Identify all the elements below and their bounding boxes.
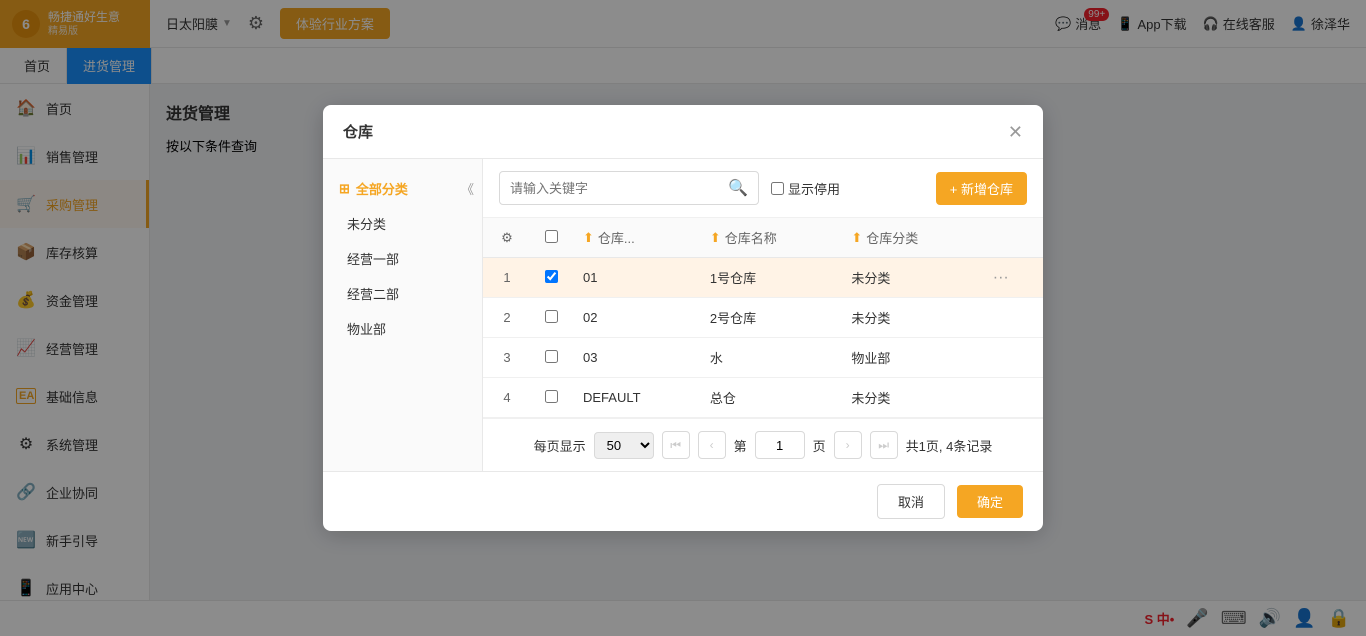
row-number: 1	[483, 258, 531, 298]
sort-icon: ⬆	[583, 230, 594, 246]
category-unclassified[interactable]: 未分类	[323, 206, 482, 241]
chevron-left-icon: 《	[461, 179, 474, 198]
next-page-button[interactable]: ›	[834, 431, 862, 459]
per-page-label: 每页显示	[534, 436, 586, 455]
search-input[interactable]	[500, 175, 718, 202]
category-property[interactable]: 物业部	[323, 311, 482, 346]
row-name: 2号仓库	[698, 298, 839, 338]
row-category: 未分类	[839, 298, 980, 338]
page-input[interactable]	[755, 431, 805, 459]
prev-page-button[interactable]: ‹	[698, 431, 726, 459]
table-row: 3 03 水 物业部	[483, 338, 1043, 378]
th-settings: ⚙	[483, 218, 531, 258]
row-code: 03	[571, 338, 698, 378]
row-code: 01	[571, 258, 698, 298]
first-page-button[interactable]: ⏮	[662, 431, 690, 459]
pagination: 每页显示 50 20 100 ⏮ ‹ 第 页 › ⏭ 共1页, 4条记录	[483, 418, 1043, 471]
row-number: 3	[483, 338, 531, 378]
row-actions	[981, 298, 1043, 338]
row-code: DEFAULT	[571, 378, 698, 418]
collapse-sidebar-button[interactable]: 《	[453, 175, 482, 202]
category-ops1-label: 经营一部	[347, 252, 399, 267]
modal-main-content: 🔍 显示停用 + 新增仓库 ⚙	[483, 159, 1043, 471]
row-category: 物业部	[839, 338, 980, 378]
page-unit-label: 页	[813, 436, 826, 455]
add-warehouse-button[interactable]: + 新增仓库	[936, 172, 1027, 205]
row-checkbox-cell	[531, 338, 571, 378]
category-ops1[interactable]: 经营一部	[323, 241, 482, 276]
per-page-select[interactable]: 50 20 100	[594, 432, 654, 459]
row-checkbox[interactable]	[545, 270, 558, 283]
search-button[interactable]: 🔍	[718, 172, 758, 204]
row-actions: ···	[981, 258, 1043, 298]
more-icon[interactable]: ···	[993, 269, 1009, 286]
row-number: 4	[483, 378, 531, 418]
row-checkbox-cell	[531, 258, 571, 298]
cancel-button[interactable]: 取消	[877, 484, 945, 519]
th-category-label: 仓库分类	[866, 228, 918, 247]
category-ops2[interactable]: 经营二部	[323, 276, 482, 311]
th-actions	[981, 218, 1043, 258]
modal-overlay: 仓库 ✕ ⊞ 全部分类 《 未分类 经	[0, 0, 1366, 636]
modal-category-sidebar: ⊞ 全部分类 《 未分类 经营一部 经营二部 物业部	[323, 159, 483, 471]
total-info: 共1页, 4条记录	[906, 436, 993, 455]
grid-icon: ⊞	[339, 181, 350, 197]
modal-body: ⊞ 全部分类 《 未分类 经营一部 经营二部 物业部	[323, 159, 1043, 471]
th-checkbox	[531, 218, 571, 258]
modal-title: 仓库	[343, 121, 373, 142]
warehouse-table: ⚙ ⬆ 仓库...	[483, 218, 1043, 418]
row-actions	[981, 338, 1043, 378]
modal-header: 仓库 ✕	[323, 105, 1043, 159]
all-categories-label: 全部分类	[356, 179, 408, 198]
row-category: 未分类	[839, 258, 980, 298]
sort-icon-name: ⬆	[710, 230, 721, 246]
row-checkbox[interactable]	[545, 350, 558, 363]
warehouse-table-wrap: ⚙ ⬆ 仓库...	[483, 218, 1043, 418]
sort-icon-category: ⬆	[851, 230, 862, 246]
row-category: 未分类	[839, 378, 980, 418]
show-disabled-checkbox-label[interactable]: 显示停用	[771, 179, 840, 198]
last-page-button[interactable]: ⏭	[870, 431, 898, 459]
warehouse-tbody: 1 01 1号仓库 未分类 ··· 2 02 2号仓库 未分类 3 03 水 物…	[483, 258, 1043, 418]
row-checkbox-cell	[531, 378, 571, 418]
category-property-label: 物业部	[347, 322, 386, 337]
th-code: ⬆ 仓库...	[571, 218, 698, 258]
page-label: 第	[734, 436, 747, 455]
th-name: ⬆ 仓库名称	[698, 218, 839, 258]
settings-col-icon: ⚙	[501, 230, 513, 245]
row-checkbox[interactable]	[545, 310, 558, 323]
th-name-label: 仓库名称	[725, 228, 777, 247]
row-checkbox[interactable]	[545, 390, 558, 403]
search-box: 🔍	[499, 171, 759, 205]
modal-toolbar: 🔍 显示停用 + 新增仓库	[483, 159, 1043, 218]
table-row: 2 02 2号仓库 未分类	[483, 298, 1043, 338]
show-disabled-label: 显示停用	[788, 179, 840, 198]
row-number: 2	[483, 298, 531, 338]
select-all-checkbox[interactable]	[545, 230, 558, 243]
row-name: 水	[698, 338, 839, 378]
warehouse-modal: 仓库 ✕ ⊞ 全部分类 《 未分类 经	[323, 105, 1043, 531]
row-actions	[981, 378, 1043, 418]
th-code-label: 仓库...	[598, 228, 635, 247]
show-disabled-checkbox[interactable]	[771, 182, 784, 195]
modal-footer: 取消 确定	[323, 471, 1043, 531]
table-row: 1 01 1号仓库 未分类 ···	[483, 258, 1043, 298]
table-header-row: ⚙ ⬆ 仓库...	[483, 218, 1043, 258]
row-name: 总仓	[698, 378, 839, 418]
confirm-button[interactable]: 确定	[957, 485, 1023, 518]
all-categories-header[interactable]: ⊞ 全部分类	[323, 171, 424, 206]
row-name: 1号仓库	[698, 258, 839, 298]
category-unclassified-label: 未分类	[347, 217, 386, 232]
row-code: 02	[571, 298, 698, 338]
modal-close-button[interactable]: ✕	[1008, 123, 1023, 141]
category-ops2-label: 经营二部	[347, 287, 399, 302]
table-row: 4 DEFAULT 总仓 未分类	[483, 378, 1043, 418]
th-category: ⬆ 仓库分类	[839, 218, 980, 258]
row-checkbox-cell	[531, 298, 571, 338]
